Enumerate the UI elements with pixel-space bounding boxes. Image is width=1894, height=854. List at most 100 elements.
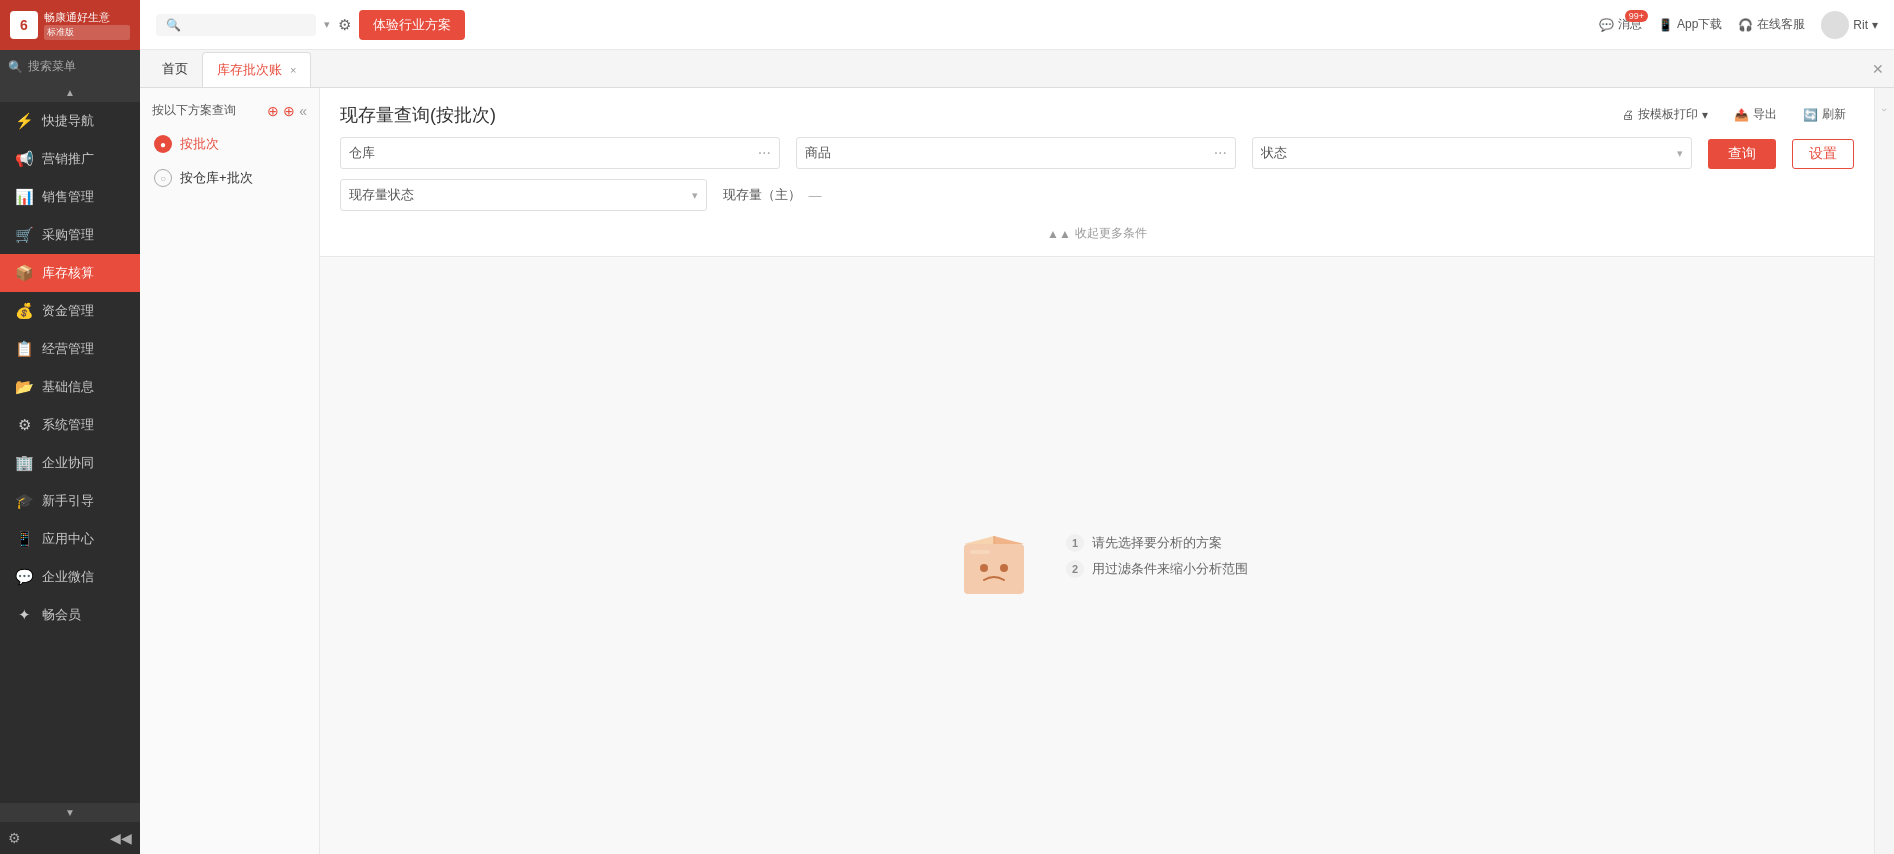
warehouse-input-wrap[interactable]: 仓库 ··· [340,137,780,169]
sidebar-item-sales[interactable]: 📊 销售管理 [0,178,140,216]
purchase-icon: 🛒 [14,226,34,244]
sidebar-label-purchase: 采购管理 [42,226,94,244]
user-btn[interactable]: Rit ▾ [1821,11,1878,39]
sidebar-item-guide[interactable]: 🎓 新手引导 [0,482,140,520]
sidebar-item-basic-info[interactable]: 📂 基础信息 [0,368,140,406]
scroll-down-btn[interactable]: ▼ [0,803,140,822]
page-header: 现存量查询(按批次) 🖨 按模板打印 ▾ 📤 导出 🔄 刷新 [320,88,1874,137]
export-btn-label: 导出 [1753,106,1777,123]
sidebar-search-item[interactable]: 🔍 搜索菜单 [0,50,140,83]
tab-close-btn[interactable]: × [290,64,296,76]
sidebar-label-vip: 畅会员 [42,606,81,624]
collapse-label: 收起更多条件 [1075,225,1147,242]
home-tab-label: 首页 [162,60,188,78]
app-download-label: App下载 [1677,16,1722,33]
svg-marker-1 [964,536,994,544]
inventory-status-select[interactable]: 现存量状态 ▾ [340,179,707,211]
app-download-btn[interactable]: 📱 App下载 [1658,16,1722,33]
status-dropdown-icon: ▾ [1677,147,1683,160]
finance-icon: 💰 [14,302,34,320]
notification-badge: 99+ [1625,10,1648,22]
settings-gear-icon[interactable]: ⚙ [8,830,21,846]
active-tab-label: 库存批次账 [217,61,282,79]
filter-panel-header: 按以下方案查询 ⊕ ⊕ « [140,98,319,127]
sidebar-footer: ⚙ ◀◀ [0,822,140,854]
sidebar-label-basic-info: 基础信息 [42,378,94,396]
sidebar-toggle-btn[interactable]: ◀◀ [110,830,132,846]
warehouse-dots-btn[interactable]: ··· [758,144,771,162]
scheme-icon-batch: ● [154,135,172,153]
sidebar-item-system[interactable]: ⚙ 系统管理 [0,406,140,444]
user-dropdown-icon: ▾ [1872,18,1878,32]
right-panel-toggle[interactable]: › [1879,108,1891,112]
sidebar-item-wechat[interactable]: 💬 企业微信 [0,558,140,596]
sidebar-item-vip[interactable]: ✦ 畅会员 [0,596,140,634]
inventory-status-label: 现存量状态 [349,186,414,204]
topbar-gear-icon[interactable]: ⚙ [338,16,351,34]
filter-header-actions: ⊕ ⊕ « [267,103,307,119]
status-field: 状态 ▾ [1252,137,1692,169]
sidebar-item-marketing[interactable]: 📢 营销推广 [0,140,140,178]
tab-inventory-batch[interactable]: 库存批次账 × [202,52,311,87]
add-scheme-btn[interactable]: ⊕ [267,103,279,119]
main-area: 🔍 ▾ ⚙ 体验行业方案 💬 消息 99+ 📱 App下载 🎧 在线客服 [140,0,1894,854]
user-name: Rit [1853,18,1868,32]
topbar-dropdown-icon[interactable]: ▾ [324,18,330,31]
sidebar-item-enterprise[interactable]: 🏢 企业协同 [0,444,140,482]
empty-state: 1 请先选择要分析的方案 2 用过滤条件来缩小分析范围 [320,257,1874,854]
experience-btn[interactable]: 体验行业方案 [359,10,465,40]
settings-btn[interactable]: 设置 [1792,139,1854,169]
collapse-panel-btn[interactable]: « [299,103,307,119]
settings-scheme-btn[interactable]: ⊕ [283,103,295,119]
sidebar-item-operation[interactable]: 📋 经营管理 [0,330,140,368]
panel-close-btn[interactable]: ✕ [1872,61,1884,77]
sidebar-item-app-center[interactable]: 📱 应用中心 [0,520,140,558]
sidebar-item-quick-nav[interactable]: ⚡ 快捷导航 [0,102,140,140]
scroll-up-btn[interactable]: ▲ [0,83,140,102]
scheme-label-batch: 按批次 [180,135,219,153]
sidebar-item-finance[interactable]: 💰 资金管理 [0,292,140,330]
refresh-btn[interactable]: 🔄 刷新 [1795,102,1854,127]
sales-icon: 📊 [14,188,34,206]
scheme-item-batch[interactable]: ● 按批次 [140,127,319,161]
quantity-field: 现存量（主） — [723,186,1090,204]
topbar-search-input[interactable] [187,18,287,32]
tip-item-2: 2 用过滤条件来缩小分析范围 [1066,560,1248,578]
quantity-dash: — [809,188,822,203]
collapse-more-btn[interactable]: ▲▲ 收起更多条件 [340,221,1854,246]
enterprise-icon: 🏢 [14,454,34,472]
topbar: 🔍 ▾ ⚙ 体验行业方案 💬 消息 99+ 📱 App下载 🎧 在线客服 [140,0,1894,50]
sidebar: 6 畅康通好生意 标准版 🔍 搜索菜单 ▲ ⚡ 快捷导航 📢 营销推广 📊 销售… [0,0,140,854]
print-btn[interactable]: 🖨 按模板打印 ▾ [1614,102,1716,127]
warehouse-field: 仓库 ··· [340,137,780,169]
filter-panel-title: 按以下方案查询 [152,102,236,119]
right-panel: › [1874,88,1894,854]
sidebar-item-purchase[interactable]: 🛒 采购管理 [0,216,140,254]
query-btn[interactable]: 查询 [1708,139,1776,169]
status-select[interactable]: 状态 ▾ [1252,137,1692,169]
online-service-btn[interactable]: 🎧 在线客服 [1738,16,1805,33]
collapse-icon: ▲▲ [1047,227,1071,241]
form-row-2: 现存量状态 ▾ 现存量（主） — [340,179,1854,211]
sidebar-header: 6 畅康通好生意 标准版 [0,0,140,50]
export-btn[interactable]: 📤 导出 [1726,102,1785,127]
search-form: 仓库 ··· 商品 ··· 状态 ▾ [320,137,1874,257]
product-input-wrap[interactable]: 商品 ··· [796,137,1236,169]
topbar-search-box[interactable]: 🔍 [156,14,316,36]
refresh-btn-label: 刷新 [1822,106,1846,123]
app-logo: 6 [10,11,38,39]
sidebar-nav: ⚡ 快捷导航 📢 营销推广 📊 销售管理 🛒 采购管理 📦 库存核算 💰 资金管… [0,102,140,803]
filter-panel: 按以下方案查询 ⊕ ⊕ « ● 按批次 ○ 按仓库+批次 [140,88,320,854]
product-dots-btn[interactable]: ··· [1214,144,1227,162]
page-title: 现存量查询(按批次) [340,103,496,127]
form-row-1: 仓库 ··· 商品 ··· 状态 ▾ [340,137,1854,169]
sidebar-label-inventory: 库存核算 [42,264,94,282]
quantity-label: 现存量（主） [723,186,801,204]
wechat-icon: 💬 [14,568,34,586]
message-btn[interactable]: 💬 消息 99+ [1599,16,1642,33]
tab-home[interactable]: 首页 [148,52,202,86]
inventory-status-field: 现存量状态 ▾ [340,179,707,211]
sidebar-label-guide: 新手引导 [42,492,94,510]
scheme-item-warehouse-batch[interactable]: ○ 按仓库+批次 [140,161,319,195]
sidebar-item-inventory[interactable]: 📦 库存核算 [0,254,140,292]
